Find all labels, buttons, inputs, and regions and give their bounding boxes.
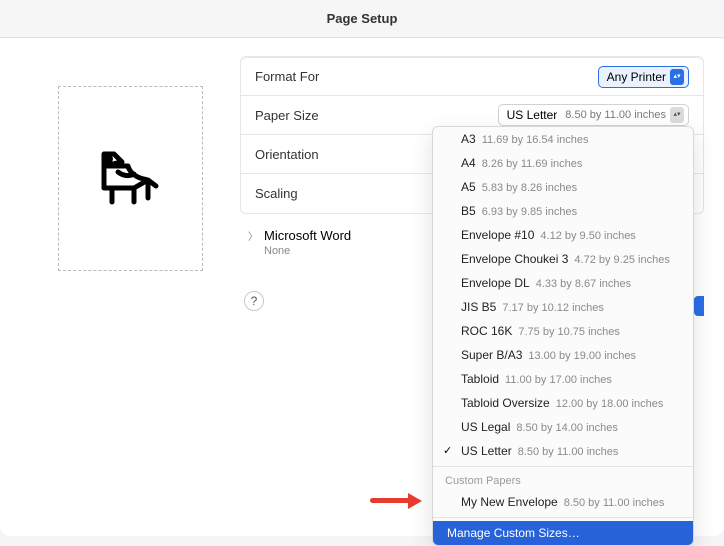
option-name: B5 [461, 204, 476, 218]
updown-icon: ▴▾ [670, 107, 684, 123]
paper-size-value: US Letter [507, 108, 558, 122]
option-dim: 8.26 by 11.69 inches [482, 158, 583, 170]
option-dim: 4.33 by 8.67 inches [536, 278, 631, 290]
option-dim: 4.72 by 9.25 inches [574, 254, 669, 266]
option-dim: 6.93 by 9.85 inches [482, 206, 577, 218]
paper-option[interactable]: Envelope DL 4.33 by 8.67 inches [433, 271, 693, 295]
paper-option[interactable]: JIS B5 7.17 by 10.12 inches [433, 295, 693, 319]
format-for-label: Format For [255, 69, 319, 84]
separator [433, 517, 693, 518]
paper-size-label: Paper Size [255, 108, 319, 123]
format-for-value: Any Printer [607, 70, 666, 84]
format-for-row: Format For Any Printer ▴▾ [241, 57, 703, 96]
paper-option[interactable]: Tabloid 11.00 by 17.00 inches [433, 367, 693, 391]
paper-option[interactable]: Envelope #10 4.12 by 9.50 inches [433, 223, 693, 247]
format-for-select[interactable]: Any Printer ▴▾ [598, 66, 689, 88]
paper-option[interactable]: B5 6.93 by 9.85 inches [433, 199, 693, 223]
window-title: Page Setup [0, 0, 724, 38]
option-dim: 13.00 by 19.00 inches [528, 350, 636, 362]
option-dim: 5.83 by 8.26 inches [482, 182, 577, 194]
paper-option[interactable]: Super B/A3 13.00 by 19.00 inches [433, 343, 693, 367]
manage-label: Manage Custom Sizes… [447, 526, 580, 540]
chevron-right-icon: 〉 [248, 228, 258, 243]
paper-option[interactable]: US Letter 8.50 by 11.00 inches [433, 439, 693, 463]
option-dim: 11.00 by 17.00 inches [505, 374, 612, 386]
option-name: Envelope DL [461, 276, 530, 290]
paper-option[interactable]: A3 11.69 by 16.54 inches [433, 127, 693, 151]
option-dim: 12.00 by 18.00 inches [556, 398, 664, 410]
option-dim: 8.50 by 14.00 inches [516, 422, 618, 434]
paper-option-custom[interactable]: My New Envelope 8.50 by 11.00 inches [433, 490, 693, 514]
option-name: Super B/A3 [461, 348, 522, 362]
option-name: JIS B5 [461, 300, 496, 314]
option-name: US Legal [461, 420, 510, 434]
paper-size-detail: 8.50 by 11.00 inches [565, 109, 666, 121]
paper-size-select[interactable]: US Letter 8.50 by 11.00 inches ▴▾ [498, 104, 689, 126]
option-name: My New Envelope [461, 495, 558, 509]
annotation-arrow [370, 498, 410, 503]
paper-option[interactable]: ROC 16K 7.75 by 10.75 inches [433, 319, 693, 343]
separator [433, 466, 693, 467]
app-name: Microsoft Word [264, 228, 351, 243]
option-dim: 8.50 by 11.00 inches [564, 497, 665, 509]
option-name: Envelope Choukei 3 [461, 252, 568, 266]
paper-option[interactable]: US Legal 8.50 by 14.00 inches [433, 415, 693, 439]
paper-option[interactable]: Envelope Choukei 3 4.72 by 9.25 inches [433, 247, 693, 271]
page-setup-window: Page Setup Forma [0, 0, 724, 536]
app-sub: None [264, 245, 290, 257]
option-name: Tabloid Oversize [461, 396, 550, 410]
option-name: A3 [461, 132, 476, 146]
option-dim: 4.12 by 9.50 inches [540, 230, 635, 242]
page-preview [58, 86, 203, 271]
option-name: ROC 16K [461, 324, 512, 338]
option-name: Envelope #10 [461, 228, 534, 242]
paper-option[interactable]: A5 5.83 by 8.26 inches [433, 175, 693, 199]
button-fragment [694, 296, 704, 316]
scaling-label: Scaling [255, 186, 298, 201]
option-dim: 8.50 by 11.00 inches [518, 446, 619, 458]
option-dim: 11.69 by 16.54 inches [482, 134, 589, 146]
orientation-label: Orientation [255, 147, 319, 162]
preview-pane [0, 38, 240, 311]
option-name: A5 [461, 180, 476, 194]
custom-papers-header: Custom Papers [433, 470, 693, 490]
option-name: US Letter [461, 444, 512, 458]
manage-custom-sizes[interactable]: Manage Custom Sizes… [433, 521, 693, 545]
option-name: A4 [461, 156, 476, 170]
option-dim: 7.17 by 10.12 inches [502, 302, 604, 314]
paper-option[interactable]: A4 8.26 by 11.69 inches [433, 151, 693, 175]
paper-option[interactable]: Tabloid Oversize 12.00 by 18.00 inches [433, 391, 693, 415]
dog-icon [90, 144, 170, 214]
option-name: Tabloid [461, 372, 499, 386]
option-dim: 7.75 by 10.75 inches [518, 326, 620, 338]
paper-size-dropdown: A3 11.69 by 16.54 inches A4 8.26 by 11.69 i… [432, 126, 694, 546]
help-button[interactable]: ? [244, 291, 264, 311]
updown-icon: ▴▾ [670, 69, 684, 85]
